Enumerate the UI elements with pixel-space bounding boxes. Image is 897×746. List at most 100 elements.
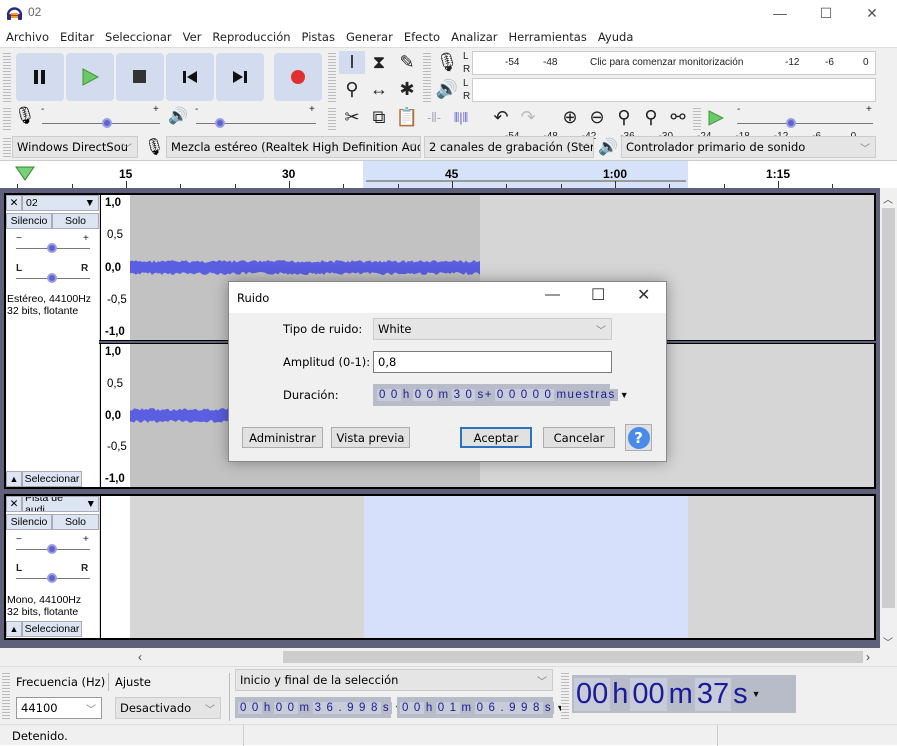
menu-efecto[interactable]: Efecto (404, 30, 440, 44)
recording-device-select[interactable]: Mezcla estéreo (Realtek High Definition … (166, 136, 421, 158)
silence-button[interactable]: ⫴|⫴ (448, 106, 474, 129)
track-menu-button[interactable]: Pista de audi ▼ (22, 496, 99, 512)
mute-button[interactable]: Silencio (6, 213, 52, 229)
menu-editar[interactable]: Editar (60, 30, 94, 44)
toolbar-grip[interactable] (423, 51, 431, 103)
play-at-speed-button[interactable] (703, 106, 729, 129)
gain-knob[interactable] (47, 544, 57, 554)
selection-end-time[interactable]: 00h01m06.998s▼ (397, 697, 565, 718)
play-button[interactable] (66, 53, 114, 101)
play-speed-slider[interactable] (737, 123, 873, 124)
dialog-maximize-icon[interactable]: ☐ (591, 285, 605, 305)
undo-button[interactable]: ↶ (488, 106, 514, 129)
draw-tool[interactable]: ✎ (394, 51, 420, 74)
pan-knob[interactable] (47, 573, 57, 583)
menu-ayuda[interactable]: Ayuda (598, 30, 634, 44)
cancel-button[interactable]: Cancelar (543, 427, 615, 448)
select-track-button[interactable]: Seleccionar (22, 471, 82, 487)
meter-monitor-message[interactable]: Clic para comenzar monitorización (590, 57, 744, 68)
cut-button[interactable]: ✂ (339, 106, 365, 129)
duration-input[interactable]: 0 0 h 0 0 m 3 0 s+ 0 0 0 0 0 muestras ▼ (373, 384, 629, 406)
horizontal-scroll-thumb[interactable] (283, 651, 863, 663)
zoom-toggle-button[interactable]: ⚯ (665, 106, 691, 129)
zoom-out-button[interactable]: ⊖ (584, 106, 610, 129)
track-audio-area[interactable] (688, 496, 874, 638)
toolbar-grip[interactable] (561, 671, 569, 721)
selected-region[interactable] (364, 496, 688, 638)
track-close-button[interactable]: ✕ (6, 195, 22, 211)
record-volume-slider[interactable] (42, 123, 160, 124)
scroll-up-icon[interactable]: ︿ (883, 191, 893, 206)
fit-project-button[interactable]: ⚲ (638, 106, 664, 129)
selection-tool[interactable]: I (339, 51, 365, 74)
maximize-button[interactable]: ☐ (803, 0, 849, 26)
scroll-right-icon[interactable]: › (866, 650, 870, 664)
snap-select[interactable]: Desactivado ﹀ (115, 697, 221, 719)
playback-meter[interactable] (472, 78, 876, 102)
help-button[interactable]: ? (625, 424, 652, 451)
caret-down-icon[interactable]: ▼ (619, 390, 631, 400)
toolbar-grip[interactable] (693, 106, 701, 130)
toolbar-grip[interactable] (3, 106, 11, 130)
solo-button[interactable]: Solo (52, 213, 99, 229)
multi-tool[interactable]: ✱ (394, 78, 420, 101)
skip-to-start-button[interactable] (166, 53, 214, 101)
playback-volume-slider[interactable] (196, 123, 316, 124)
track-menu-button[interactable]: 02 ▼ (22, 195, 99, 211)
toolbar-grip[interactable] (328, 51, 336, 103)
trim-button[interactable]: -⫴- (421, 106, 447, 129)
zoom-in-button[interactable]: ⊕ (557, 106, 583, 129)
menu-generar[interactable]: Generar (346, 30, 393, 44)
dialog-close-icon[interactable]: ✕ (637, 285, 650, 305)
stop-button[interactable] (116, 53, 164, 101)
project-rate-select[interactable]: 44100 ﹀ (16, 697, 102, 719)
menu-analizar[interactable]: Analizar (451, 30, 497, 44)
menu-reproduccion[interactable]: Reproducción (212, 30, 290, 44)
mute-button[interactable]: Silencio (6, 514, 52, 530)
host-select[interactable]: Windows DirectSou ﹀ (12, 136, 138, 158)
menu-seleccionar[interactable]: Seleccionar (105, 30, 172, 44)
scroll-down-icon[interactable]: ﹀ (883, 634, 893, 649)
amplitude-input[interactable]: 0,8 (373, 351, 612, 373)
menu-archivo[interactable]: Archivo (6, 30, 49, 44)
menu-ver[interactable]: Ver (183, 30, 202, 44)
track-audio-area[interactable] (130, 496, 364, 638)
close-button[interactable]: ✕ (849, 0, 895, 26)
selection-mode-select[interactable]: Inicio y final de la selección ﹀ (235, 669, 553, 691)
channels-select[interactable]: 2 canales de grabación (Ster ﹀ (424, 136, 594, 158)
solo-button[interactable]: Solo (52, 514, 99, 530)
vertical-scroll-thumb[interactable] (882, 208, 895, 608)
track-close-button[interactable]: ✕ (6, 496, 22, 512)
collapse-button[interactable]: ▲ (6, 621, 22, 637)
play-speed-knob[interactable] (786, 118, 797, 128)
record-volume-knob[interactable] (101, 118, 112, 128)
redo-button[interactable]: ↷ (515, 106, 541, 129)
time-shift-tool[interactable]: ↔ (366, 78, 392, 101)
noise-type-select[interactable]: White ﹀ (373, 318, 612, 340)
preview-button[interactable]: Vista previa (331, 427, 410, 448)
skip-to-end-button[interactable] (216, 53, 264, 101)
audio-position-time[interactable]: 00 h 00 m 37 s ▼ (572, 675, 796, 713)
manage-button[interactable]: Administrar (242, 427, 323, 448)
pan-knob[interactable] (47, 273, 57, 283)
play-head-icon[interactable] (12, 165, 38, 183)
toolbar-grip[interactable] (328, 106, 336, 130)
toolbar-grip[interactable] (3, 51, 11, 103)
playback-volume-knob[interactable] (215, 118, 225, 128)
select-track-button[interactable]: Seleccionar (22, 621, 82, 637)
record-meter-button[interactable]: 🎙 (434, 51, 460, 74)
playback-device-select[interactable]: Controlador primario de sonido ﹀ (621, 136, 876, 158)
menu-herramientas[interactable]: Herramientas (509, 30, 587, 44)
toolbar-grip[interactable] (2, 671, 10, 721)
fit-selection-button[interactable]: ⚲ (611, 106, 637, 129)
pause-button[interactable] (16, 53, 64, 101)
horizontal-scrollbar[interactable]: ‹ › (0, 648, 897, 666)
ok-button[interactable]: Aceptar (460, 427, 532, 448)
menu-pistas[interactable]: Pistas (302, 30, 335, 44)
minimize-button[interactable]: — (757, 0, 803, 26)
selection-start-time[interactable]: 00h00m36.998s▼ (235, 697, 403, 718)
collapse-button[interactable]: ▲ (6, 471, 22, 487)
paste-button[interactable]: 📋 (394, 106, 420, 129)
record-button[interactable] (274, 53, 322, 101)
caret-down-icon[interactable]: ▼ (751, 689, 762, 699)
